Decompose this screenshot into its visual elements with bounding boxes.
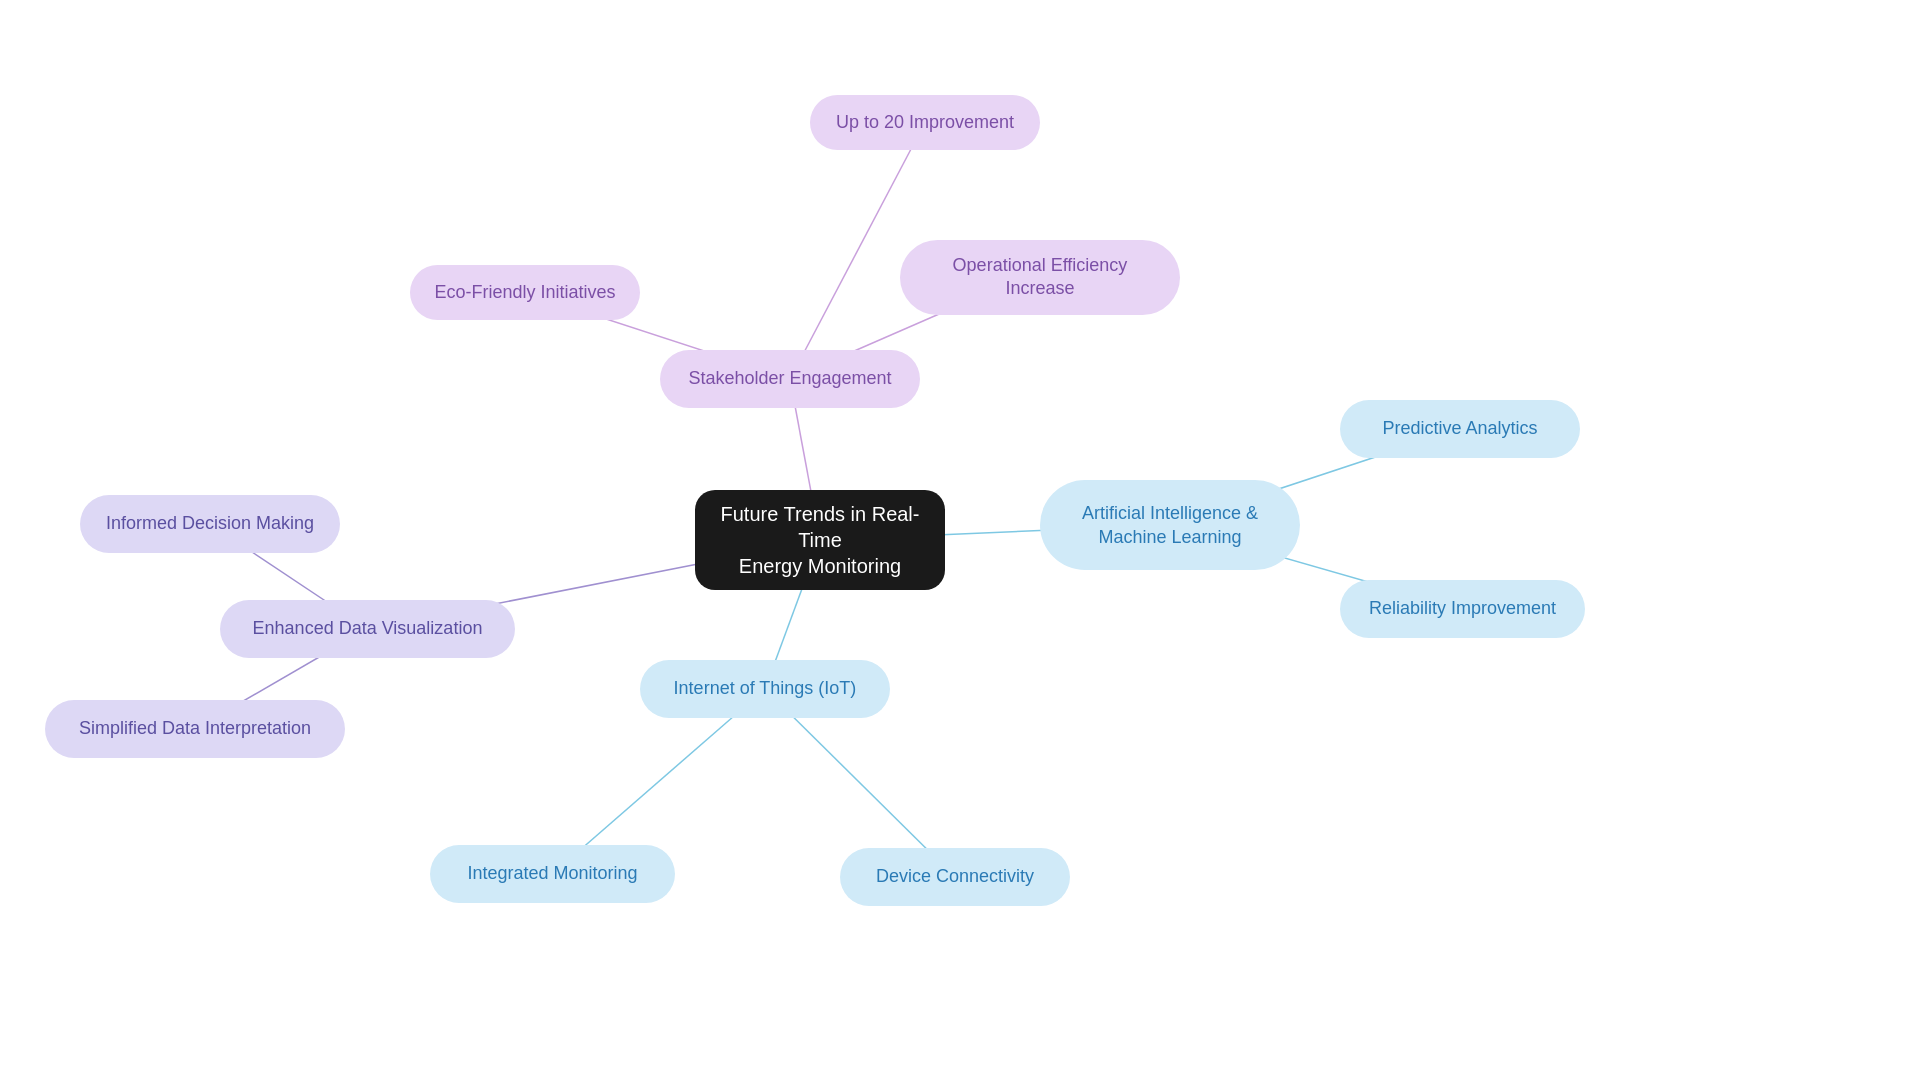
eco-friendly-node[interactable]: Eco-Friendly Initiatives	[410, 265, 640, 320]
ai-ml-node[interactable]: Artificial Intelligence & Machine Learni…	[1040, 480, 1300, 570]
device-connectivity-node[interactable]: Device Connectivity	[840, 848, 1070, 906]
center-label: Future Trends in Real-TimeEnergy Monitor…	[719, 501, 921, 579]
enhanced-data-vis-node[interactable]: Enhanced Data Visualization	[220, 600, 515, 658]
predictive-analytics-node[interactable]: Predictive Analytics	[1340, 400, 1580, 458]
center-node[interactable]: Future Trends in Real-TimeEnergy Monitor…	[695, 490, 945, 590]
iot-node[interactable]: Internet of Things (IoT)	[640, 660, 890, 718]
eco-friendly-label: Eco-Friendly Initiatives	[434, 281, 615, 304]
stakeholder-engagement-node[interactable]: Stakeholder Engagement	[660, 350, 920, 408]
informed-decision-label: Informed Decision Making	[106, 512, 314, 535]
reliability-improvement-label: Reliability Improvement	[1369, 597, 1556, 620]
stakeholder-engagement-label: Stakeholder Engagement	[688, 367, 891, 390]
simplified-data-node[interactable]: Simplified Data Interpretation	[45, 700, 345, 758]
integrated-monitoring-label: Integrated Monitoring	[467, 862, 637, 885]
svg-line-1	[790, 123, 925, 380]
ai-ml-label: Artificial Intelligence & Machine Learni…	[1064, 501, 1276, 550]
up-to-20-node[interactable]: Up to 20 Improvement	[810, 95, 1040, 150]
integrated-monitoring-node[interactable]: Integrated Monitoring	[430, 845, 675, 903]
enhanced-data-vis-label: Enhanced Data Visualization	[253, 617, 483, 640]
informed-decision-node[interactable]: Informed Decision Making	[80, 495, 340, 553]
operational-efficiency-node[interactable]: Operational Efficiency Increase	[900, 240, 1180, 315]
reliability-improvement-node[interactable]: Reliability Improvement	[1340, 580, 1585, 638]
predictive-analytics-label: Predictive Analytics	[1382, 417, 1537, 440]
operational-efficiency-label: Operational Efficiency Increase	[924, 254, 1156, 301]
up-to-20-label: Up to 20 Improvement	[836, 111, 1014, 134]
simplified-data-label: Simplified Data Interpretation	[79, 717, 311, 740]
iot-label: Internet of Things (IoT)	[674, 677, 857, 700]
device-connectivity-label: Device Connectivity	[876, 865, 1034, 888]
